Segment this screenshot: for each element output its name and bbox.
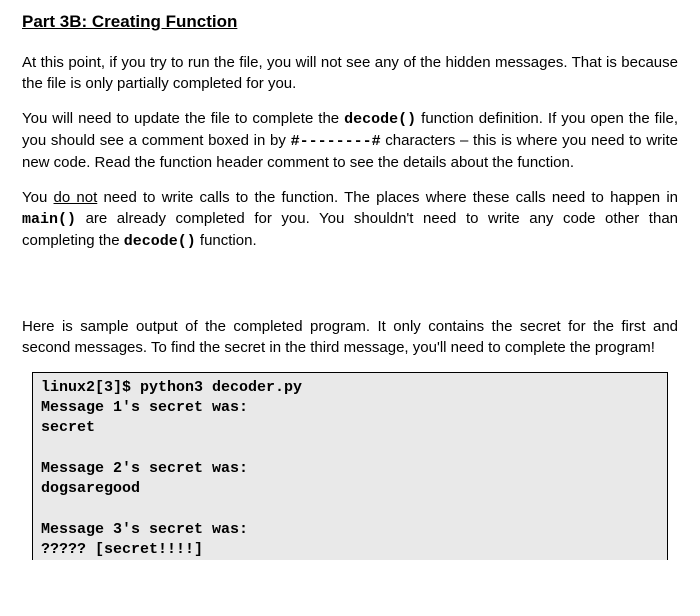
- para3-text-b: need to write calls to the function. The…: [97, 189, 678, 206]
- paragraph-1: At this point, if you try to run the fil…: [22, 52, 678, 94]
- gap: [22, 266, 678, 316]
- para3-text-c: are already completed for you. You shoul…: [22, 210, 678, 249]
- sample-output-block: linux2[3]$ python3 decoder.py Message 1'…: [32, 372, 668, 560]
- code-decode-2: decode(): [124, 233, 196, 250]
- paragraph-3: You do not need to write calls to the fu…: [22, 187, 678, 252]
- para3-underline-donot: do not: [54, 189, 98, 206]
- paragraph-4: Here is sample output of the completed p…: [22, 316, 678, 358]
- para2-text-a: You will need to update the file to comp…: [22, 110, 344, 127]
- code-decode: decode(): [344, 111, 416, 128]
- para3-text-a: You: [22, 189, 54, 206]
- para3-text-d: function.: [196, 232, 257, 249]
- paragraph-2: You will need to update the file to comp…: [22, 108, 678, 173]
- code-comment-box: #--------#: [291, 133, 381, 150]
- code-main: main(): [22, 211, 76, 228]
- section-heading: Part 3B: Creating Function: [22, 10, 678, 34]
